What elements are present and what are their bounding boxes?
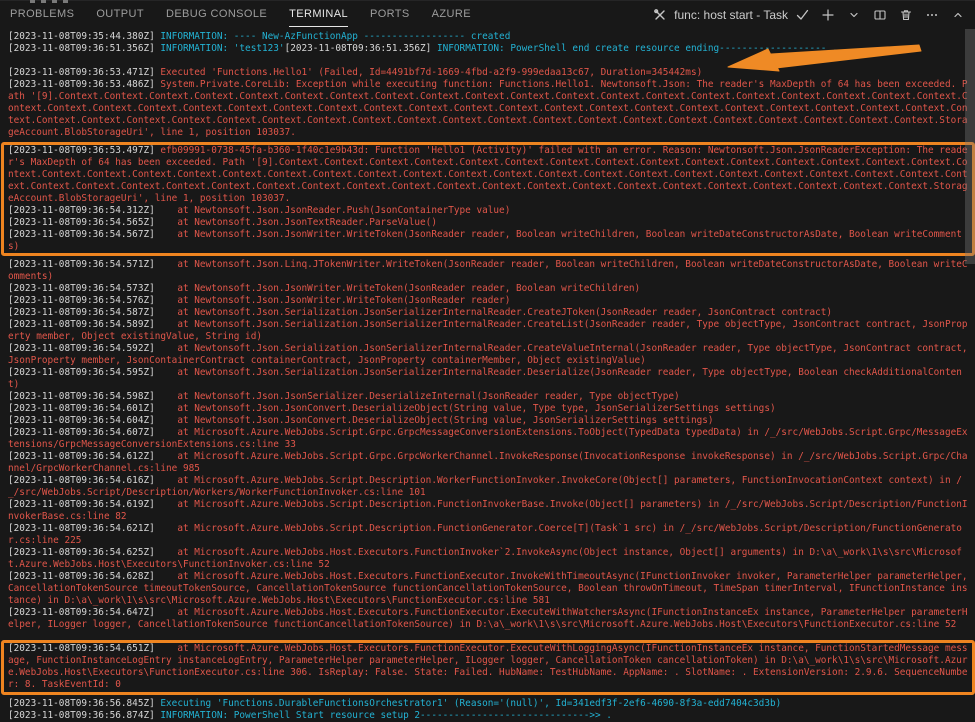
log-block: [2023-11-08T09:36:56.845Z] Executing 'Fu… — [8, 698, 971, 722]
log-line: [2023-11-08T09:36:54.312Z] at Newtonsoft… — [8, 205, 511, 216]
log-line: [2023-11-08T09:36:54.589Z] at Newtonsoft… — [8, 319, 968, 342]
log-line: [2023-11-08T09:36:54.592Z] at Newtonsoft… — [8, 343, 974, 366]
log-line: [2023-11-08T09:36:54.604Z] at Newtonsoft… — [8, 415, 714, 426]
log-line: [2023-11-08T09:36:54.651Z] at Microsoft.… — [8, 643, 968, 690]
tab-debug-console[interactable]: DEBUG CONSOLE — [166, 2, 267, 27]
chevron-down-icon[interactable] — [845, 6, 863, 24]
panel-tab-bar: PROBLEMS OUTPUT DEBUG CONSOLE TERMINAL P… — [0, 0, 975, 28]
log-line: [2023-11-08T09:35:44.380Z] INFORMATION: … — [8, 31, 511, 42]
log-line: [2023-11-08T09:36:54.607Z] at Microsoft.… — [8, 427, 968, 450]
log-line: [2023-11-08T09:36:54.601Z] at Newtonsoft… — [8, 403, 776, 414]
panel-tabs: PROBLEMS OUTPUT DEBUG CONSOLE TERMINAL P… — [10, 2, 651, 27]
terminal-task-selector[interactable]: func: host start - Task — [651, 6, 811, 24]
check-icon — [793, 6, 811, 24]
log-line: [2023-11-08T09:36:54.621Z] at Microsoft.… — [8, 523, 962, 546]
tab-ports[interactable]: PORTS — [370, 2, 410, 27]
log-line: [2023-11-08T09:36:54.567Z] at Newtonsoft… — [8, 229, 962, 252]
log-line: [2023-11-08T09:36:53.497Z] efb09991-0738… — [8, 145, 968, 204]
annotation-highlight-box: [2023-11-08T09:36:53.497Z] efb09991-0738… — [1, 142, 975, 256]
log-line: [2023-11-08T09:36:56.874Z] INFORMATION: … — [8, 710, 612, 721]
log-line: [2023-11-08T09:36:51.356Z] INFORMATION: … — [8, 43, 838, 54]
log-block: [2023-11-08T09:36:54.571Z] at Newtonsoft… — [8, 259, 971, 631]
log-line: [2023-11-08T09:36:54.595Z] at Newtonsoft… — [8, 367, 962, 390]
log-line: [2023-11-08T09:36:54.576Z] at Newtonsoft… — [8, 295, 511, 306]
log-line: [2023-11-08T09:36:54.616Z] at Microsoft.… — [8, 475, 962, 498]
trash-icon[interactable] — [897, 6, 915, 24]
log-line: [2023-11-08T09:36:54.619Z] at Microsoft.… — [8, 499, 968, 522]
new-terminal-button[interactable] — [819, 6, 837, 24]
log-line: [2023-11-08T09:36:54.571Z] at Newtonsoft… — [8, 259, 968, 282]
log-line: [2023-11-08T09:36:56.845Z] Executing 'Fu… — [8, 698, 782, 709]
tab-output[interactable]: OUTPUT — [96, 2, 144, 27]
log-block: [2023-11-08T09:35:44.380Z] INFORMATION: … — [8, 31, 971, 139]
chevron-up-icon[interactable] — [949, 6, 967, 24]
clipped-text-fragment — [30, 0, 70, 3]
log-line: [2023-11-08T09:36:54.647Z] at Microsoft.… — [8, 607, 968, 630]
log-line: [2023-11-08T09:36:54.565Z] at Newtonsoft… — [8, 217, 437, 228]
log-line: [2023-11-08T09:36:54.598Z] at Newtonsoft… — [8, 391, 680, 402]
annotation-highlight-box: [2023-11-08T09:36:54.651Z] at Microsoft.… — [1, 640, 975, 695]
terminal-actions: func: host start - Task — [651, 6, 967, 24]
split-editor-icon[interactable] — [871, 6, 889, 24]
log-line: [2023-11-08T09:36:54.625Z] at Microsoft.… — [8, 547, 962, 570]
log-line: [2023-11-08T09:36:53.471Z] Executed 'Fun… — [8, 67, 703, 78]
log-line: [2023-11-08T09:36:53.486Z] System.Privat… — [8, 79, 968, 138]
log-line: [2023-11-08T09:36:54.573Z] at Newtonsoft… — [8, 283, 641, 294]
terminal-task-label: func: host start - Task — [674, 7, 788, 22]
log-line: [2023-11-08T09:36:54.628Z] at Microsoft.… — [8, 571, 974, 606]
tab-problems[interactable]: PROBLEMS — [10, 2, 74, 27]
ellipsis-icon[interactable] — [923, 6, 941, 24]
tools-icon — [651, 6, 669, 24]
tab-terminal[interactable]: TERMINAL — [289, 2, 348, 27]
terminal-scrollbar[interactable] — [965, 29, 975, 264]
log-line: [2023-11-08T09:36:54.587Z] at Newtonsoft… — [8, 307, 833, 318]
log-line: [2023-11-08T09:36:54.612Z] at Microsoft.… — [8, 451, 968, 474]
tab-azure[interactable]: AZURE — [432, 2, 471, 27]
terminal-log: [2023-11-08T09:35:44.380Z] INFORMATION: … — [0, 28, 975, 722]
